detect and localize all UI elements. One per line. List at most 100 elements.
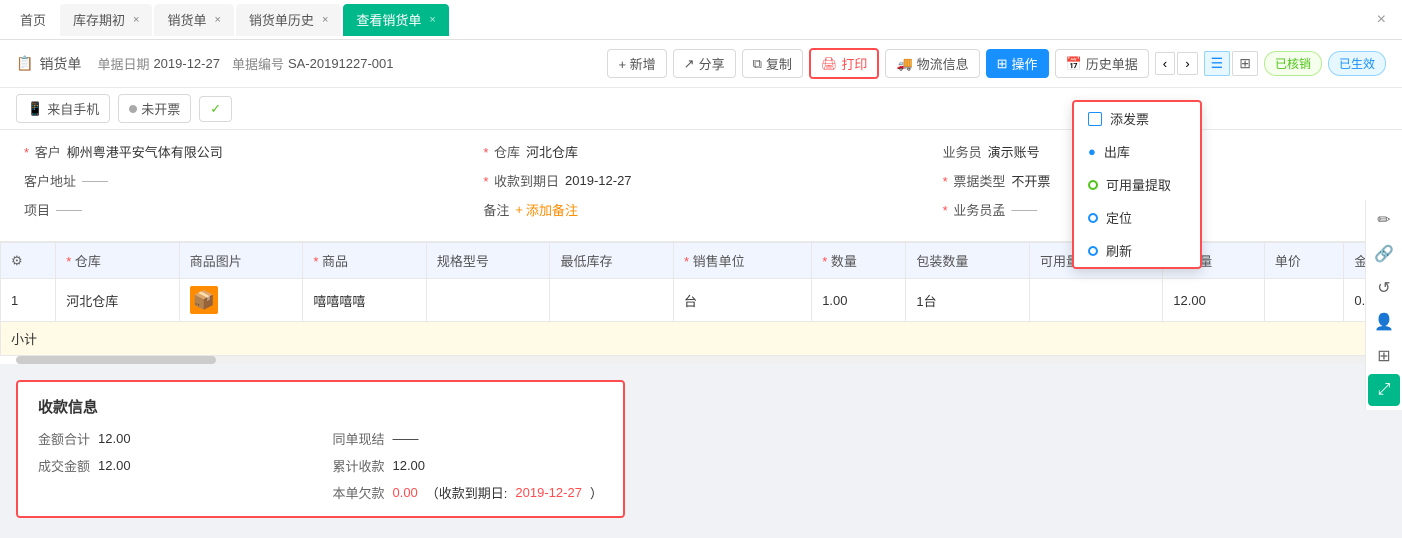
tab-home[interactable]: 首页 <box>8 4 58 36</box>
sidebar-edit-icon[interactable]: ✏ <box>1368 204 1400 236</box>
history-button[interactable]: 📅 历史单据 <box>1055 49 1149 78</box>
operate-dropdown: 添发票 ● 出库 可用量提取 定位 刷新 <box>1072 100 1202 269</box>
col-gear: ⚙ <box>1 243 56 279</box>
operate-label: 操作 <box>1012 54 1038 73</box>
cell-available <box>1029 279 1162 322</box>
copy-label: 复制 <box>766 54 792 73</box>
dropdown-ship-out[interactable]: ● 出库 <box>1074 135 1200 168</box>
subtotal-cell: 小计 <box>1 322 1402 356</box>
address-value: —— <box>82 173 108 188</box>
tab-inventory-init-close[interactable]: × <box>133 14 139 26</box>
total-amount-row: 金额合计 12.00 <box>38 429 308 448</box>
check-button[interactable]: ✓ <box>199 96 232 122</box>
cell-min-stock <box>550 279 674 322</box>
subtotal-label: 小计 <box>11 332 37 347</box>
nav-prev[interactable]: ‹ <box>1155 52 1175 75</box>
tab-sales-order-history-close[interactable]: × <box>322 14 328 26</box>
doc-number-label: 单据编号 <box>232 54 284 73</box>
col-min-stock: 最低库存 <box>550 243 674 279</box>
scrollbar-thumb[interactable] <box>16 356 216 364</box>
not-open-ticket-button[interactable]: 未开票 <box>118 94 191 123</box>
tab-sales-order-history[interactable]: 销货单历史 × <box>236 4 341 36</box>
customer-field: * 客户 柳州粤港平安气体有限公司 <box>24 142 459 161</box>
ticket-type-label: 票据类型 <box>953 174 1005 189</box>
sidebar-user-icon[interactable]: 👤 <box>1368 306 1400 338</box>
doc-number-value: SA-20191227-001 <box>288 56 394 71</box>
payment-date-label: 收款到期日 <box>494 174 559 189</box>
nav-arrows: ‹ › <box>1155 52 1198 75</box>
dropdown-available-qty[interactable]: 可用量提取 <box>1074 168 1200 201</box>
doc-title-text: 销货单 <box>39 54 81 74</box>
from-phone-button[interactable]: 📱 来自手机 <box>16 94 110 123</box>
cell-sales-unit: 台 <box>673 279 811 322</box>
view-grid-button[interactable]: ⊞ <box>1232 51 1258 76</box>
salesperson-label: 业务员 <box>943 142 982 161</box>
tab-inventory-init[interactable]: 库存期初 × <box>60 4 152 36</box>
share-label: 分享 <box>699 54 725 73</box>
horizontal-scrollbar[interactable] <box>16 356 1386 364</box>
cumulative-value: 12.00 <box>392 458 425 473</box>
view-icons: ☰ ⊞ <box>1204 51 1258 76</box>
logistics-label: 物流信息 <box>917 54 969 73</box>
sidebar-link-icon[interactable]: 🔗 <box>1368 238 1400 270</box>
available-qty-label: 可用量提取 <box>1106 175 1171 194</box>
doc-title: 📋 销货单 <box>16 54 81 74</box>
table-row: 1 河北仓库 📦 嘻嘻嘻嘻 台 1.00 1台 <box>1 279 1402 322</box>
dropdown-add-invoice[interactable]: 添发票 <box>1074 102 1200 135</box>
customer-value: 柳州粤港平安气体有限公司 <box>67 142 223 161</box>
outstanding-row <box>38 483 308 502</box>
same-order-row: 同单现结 —— <box>332 429 602 448</box>
cell-unit-price <box>1264 279 1344 322</box>
note-label: 备注 <box>483 200 509 219</box>
cumulative-label: 累计收款 <box>332 456 384 475</box>
share-button[interactable]: ↗ 分享 <box>673 49 736 78</box>
nav-next[interactable]: › <box>1177 52 1197 75</box>
cell-quantity: 1.00 <box>812 279 906 322</box>
outstanding-detail-row: 本单欠款 0.00 （收款到期日: 2019-12-27 ） <box>332 483 602 502</box>
tab-sales-order-close[interactable]: × <box>214 14 220 26</box>
doc-meta: 单据日期 2019-12-27 单据编号 SA-20191227-001 <box>97 54 393 73</box>
from-phone-label: 来自手机 <box>47 99 99 118</box>
add-note-label: 添加备注 <box>526 200 578 219</box>
copy-button[interactable]: ⧉ 复制 <box>742 49 803 78</box>
same-order-value: —— <box>392 431 418 446</box>
doc-date-value: 2019-12-27 <box>153 56 220 71</box>
staff-label: 业务员孟 <box>953 203 1005 218</box>
operate-button[interactable]: ⊞ 操作 <box>986 49 1049 78</box>
note-field: 备注 + 添加备注 <box>483 200 918 219</box>
cell-spec <box>426 279 550 322</box>
view-list-button[interactable]: ☰ <box>1204 51 1231 76</box>
add-button[interactable]: + 新增 <box>607 49 666 78</box>
logistics-button[interactable]: 🚚 物流信息 <box>885 49 979 78</box>
summary-box: 收款信息 金额合计 12.00 同单现结 —— 成交金额 12.00 <box>16 380 625 518</box>
add-note-button[interactable]: + 添加备注 <box>515 200 578 219</box>
sidebar-table-icon[interactable]: ⊞ <box>1368 340 1400 372</box>
dropdown-refresh[interactable]: 刷新 <box>1074 234 1200 267</box>
tab-sales-order[interactable]: 销货单 × <box>154 4 233 36</box>
gear-icon[interactable]: ⚙ <box>11 253 23 268</box>
warehouse-label: 仓库 <box>494 145 520 160</box>
cell-product: 嘻嘻嘻嘻 <box>303 279 427 322</box>
col-product-img: 商品图片 <box>179 243 303 279</box>
add-invoice-label: 添发票 <box>1110 109 1149 128</box>
right-sidebar: ✏ 🔗 ↺ 👤 ⊞ ⤢ <box>1365 200 1402 410</box>
tab-view-sales-order[interactable]: 查看销货单 × <box>343 4 448 36</box>
payment-date-field: * 收款到期日 2019-12-27 <box>483 171 918 190</box>
subtotal-row: 小计 <box>1 322 1402 356</box>
print-icon: 🖨 <box>821 56 838 72</box>
plus-icon: + <box>515 202 523 217</box>
tab-view-sales-order-close[interactable]: × <box>429 14 435 26</box>
total-amount-label: 金额合计 <box>38 429 90 448</box>
window-close-button[interactable]: × <box>1369 7 1394 33</box>
dropdown-locate[interactable]: 定位 <box>1074 201 1200 234</box>
print-button[interactable]: 🖨 打印 <box>809 48 880 79</box>
print-label: 打印 <box>841 54 867 73</box>
transaction-amount-label: 成交金额 <box>38 456 90 475</box>
ship-out-label: 出库 <box>1104 142 1130 161</box>
status-sold: 已核销 <box>1264 51 1322 76</box>
sidebar-refresh-icon[interactable]: ↺ <box>1368 272 1400 304</box>
doc-number-field: 单据编号 SA-20191227-001 <box>232 54 394 73</box>
sidebar-fullscreen-icon[interactable]: ⤢ <box>1368 374 1400 406</box>
address-field: 客户地址 —— <box>24 171 459 190</box>
status-effective: 已生效 <box>1328 51 1386 76</box>
